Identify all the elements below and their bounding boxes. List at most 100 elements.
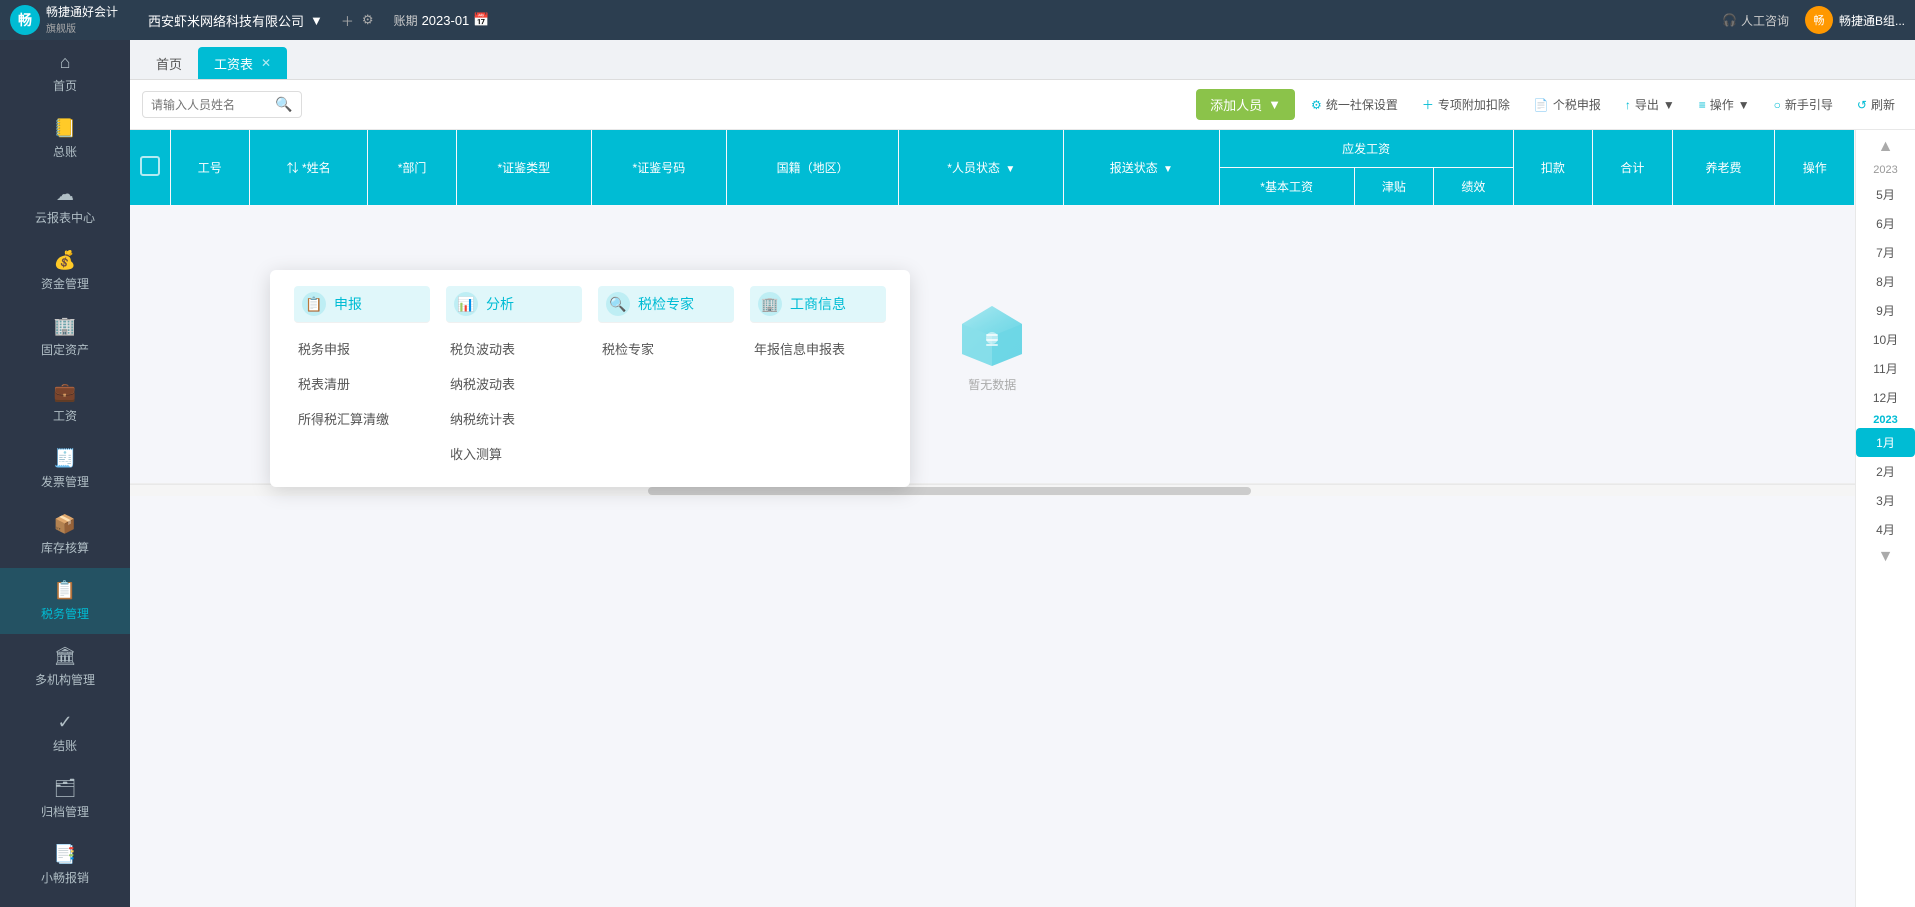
cal-month-8[interactable]: 8月: [1856, 267, 1915, 296]
table-calendar-wrapper: 工号 ⇅ *姓名 *部门 *证鉴类型 *证鉴号码 国籍（地区） *人员状态 ▼: [130, 130, 1915, 907]
user-name: 畅捷通B组...: [1839, 12, 1905, 29]
app-logo: 畅 畅捷通好会计 旗舰版: [10, 5, 140, 35]
sidebar-item-inventory[interactable]: 📦 库存核算: [0, 502, 130, 568]
cal-month-5[interactable]: 5月: [1856, 180, 1915, 209]
th-deduction: 扣款: [1513, 130, 1593, 205]
sidebar-item-multi[interactable]: 🏛 多机构管理: [0, 634, 130, 700]
prev-year-label: 2023: [1873, 160, 1897, 180]
cal-month-1[interactable]: 1月: [1856, 428, 1915, 457]
menu-item-income-tax[interactable]: 所得税汇算清缴: [294, 401, 430, 436]
help-btn[interactable]: 🎧 人工咨询: [1722, 12, 1789, 29]
analysis-icon: 📊: [454, 292, 478, 316]
tax-return-btn[interactable]: 📄 个税申报: [1526, 92, 1609, 117]
sidebar-item-invoice[interactable]: 🧾 发票管理: [0, 436, 130, 502]
add-icon[interactable]: ＋: [341, 11, 354, 30]
salary-icon: 💼: [54, 382, 76, 403]
calendar-icon[interactable]: 📅: [473, 12, 489, 28]
th-nationality: 国籍（地区）: [726, 130, 899, 205]
export-btn[interactable]: ↑ 导出 ▼: [1617, 92, 1683, 117]
sidebar-item-salary[interactable]: 💼 工资: [0, 370, 130, 436]
th-employee-id: 工号: [170, 130, 250, 205]
sidebar-item-fund[interactable]: 💰 资金管理: [0, 238, 130, 304]
cal-month-10[interactable]: 10月: [1856, 325, 1915, 354]
sidebar-label-inventory: 库存核算: [41, 539, 89, 556]
user-menu-btn[interactable]: 畅 畅捷通B组...: [1805, 6, 1905, 34]
cal-month-2[interactable]: 2月: [1856, 457, 1915, 486]
multi-icon: 🏛: [54, 646, 77, 667]
th-performance: 绩效: [1434, 168, 1514, 206]
sidebar-item-settings[interactable]: ⚙ 基础设置: [0, 898, 130, 907]
menu-item-tax-declaration[interactable]: 税务申报: [294, 331, 430, 366]
special-deduction-btn[interactable]: ＋ 专项附加扣除: [1414, 92, 1518, 117]
empty-text: 暂无数据: [968, 376, 1016, 393]
menu-item-income-estimate[interactable]: 收入测算: [446, 436, 582, 471]
menu-item-tax-table[interactable]: 税表清册: [294, 366, 430, 401]
app-title: 畅捷通好会计: [46, 5, 118, 19]
menu-section-declaration: 📋 申报 税务申报 税表清册 所得税汇算清缴: [286, 286, 438, 471]
calendar-up-btn[interactable]: ▲: [1874, 134, 1898, 160]
guide-toolbar-icon: ○: [1774, 98, 1781, 112]
cal-month-6[interactable]: 6月: [1856, 209, 1915, 238]
sidebar-item-settle[interactable]: ✓ 结账: [0, 700, 130, 766]
operations-icon: ≡: [1699, 98, 1706, 112]
select-all-checkbox[interactable]: [140, 156, 160, 176]
menu-section-tax-inspection: 🔍 税检专家 税检专家: [590, 286, 742, 471]
search-input[interactable]: [151, 98, 271, 112]
add-person-btn[interactable]: 添加人员 ▼: [1196, 89, 1295, 120]
th-base-salary: *基本工资: [1219, 168, 1354, 206]
sidebar-item-cloud[interactable]: ☁ 云报表中心: [0, 172, 130, 238]
menu-item-tax-stats[interactable]: 纳税统计表: [446, 401, 582, 436]
operations-btn[interactable]: ≡ 操作 ▼: [1691, 92, 1758, 117]
tax-icon: 📋: [54, 580, 76, 601]
content-area: 首页 工资表 ✕ 🔍 添加人员 ▼ ⚙: [130, 40, 1915, 907]
sidebar-item-ledger[interactable]: 📒 总账: [0, 106, 130, 172]
refresh-btn[interactable]: ↺ 刷新: [1849, 92, 1903, 117]
report-status-filter-icon[interactable]: ▼: [1163, 164, 1173, 175]
guide-btn[interactable]: ○ 新手引导: [1766, 92, 1841, 117]
tab-salary-table[interactable]: 工资表 ✕: [198, 47, 287, 79]
cal-month-9[interactable]: 9月: [1856, 296, 1915, 325]
scroll-thumb[interactable]: [648, 487, 1252, 495]
sidebar-item-home[interactable]: ⌂ 首页: [0, 40, 130, 106]
calendar-down-btn[interactable]: ▼: [1874, 544, 1898, 570]
add-dropdown-icon: ▼: [1268, 97, 1281, 112]
menu-item-tax-burden[interactable]: 税负波动表: [446, 331, 582, 366]
menu-item-annual-report[interactable]: 年报信息申报表: [750, 331, 886, 366]
menu-item-tax-payment[interactable]: 纳税波动表: [446, 366, 582, 401]
assets-icon: 🏢: [54, 316, 76, 337]
report-icon: 📑: [54, 844, 76, 865]
cal-month-11[interactable]: 11月: [1856, 354, 1915, 383]
tab-close-btn[interactable]: ✕: [261, 56, 271, 70]
tab-home[interactable]: 首页: [140, 47, 198, 79]
company-selector[interactable]: 西安虾米网络科技有限公司 ▼: [140, 7, 331, 34]
operations-dropdown-icon: ▼: [1738, 98, 1750, 112]
social-security-btn[interactable]: ⚙ 统一社保设置: [1303, 92, 1406, 117]
sidebar-item-tax[interactable]: 📋 税务管理: [0, 568, 130, 634]
person-status-filter-icon[interactable]: ▼: [1005, 164, 1015, 175]
th-person-status: *人员状态 ▼: [899, 130, 1064, 205]
add-person-label: 添加人员: [1210, 95, 1262, 114]
company-dropdown-icon: ▼: [310, 13, 323, 28]
home-icon: ⌂: [60, 52, 71, 73]
avatar: 畅: [1805, 6, 1833, 34]
sidebar-label-salary: 工资: [53, 407, 77, 424]
th-department: *部门: [368, 130, 457, 205]
th-checkbox[interactable]: [130, 130, 170, 205]
sidebar-item-report[interactable]: 📑 小畅报销: [0, 832, 130, 898]
th-total: 合计: [1593, 130, 1673, 205]
sidebar-item-archive[interactable]: 🗂 归档管理: [0, 766, 130, 832]
sidebar-label-fund: 资金管理: [41, 275, 89, 292]
cal-month-3[interactable]: 3月: [1856, 486, 1915, 515]
top-bar: 畅 畅捷通好会计 旗舰版 西安虾米网络科技有限公司 ▼ ＋ ⚙ 账期 2023-…: [0, 0, 1915, 40]
sidebar-label-home: 首页: [53, 77, 77, 94]
menu-item-expert[interactable]: 税检专家: [598, 331, 734, 366]
cal-month-4[interactable]: 4月: [1856, 515, 1915, 544]
sidebar-item-assets[interactable]: 🏢 固定资产: [0, 304, 130, 370]
cal-month-7[interactable]: 7月: [1856, 238, 1915, 267]
company-name: 西安虾米网络科技有限公司: [148, 11, 304, 30]
sidebar-label-ledger: 总账: [53, 143, 77, 160]
special-deduction-icon: ＋: [1422, 96, 1434, 113]
sort-icon[interactable]: ⇅: [287, 161, 299, 175]
settings-icon[interactable]: ⚙: [362, 12, 374, 28]
cal-month-12[interactable]: 12月: [1856, 383, 1915, 412]
